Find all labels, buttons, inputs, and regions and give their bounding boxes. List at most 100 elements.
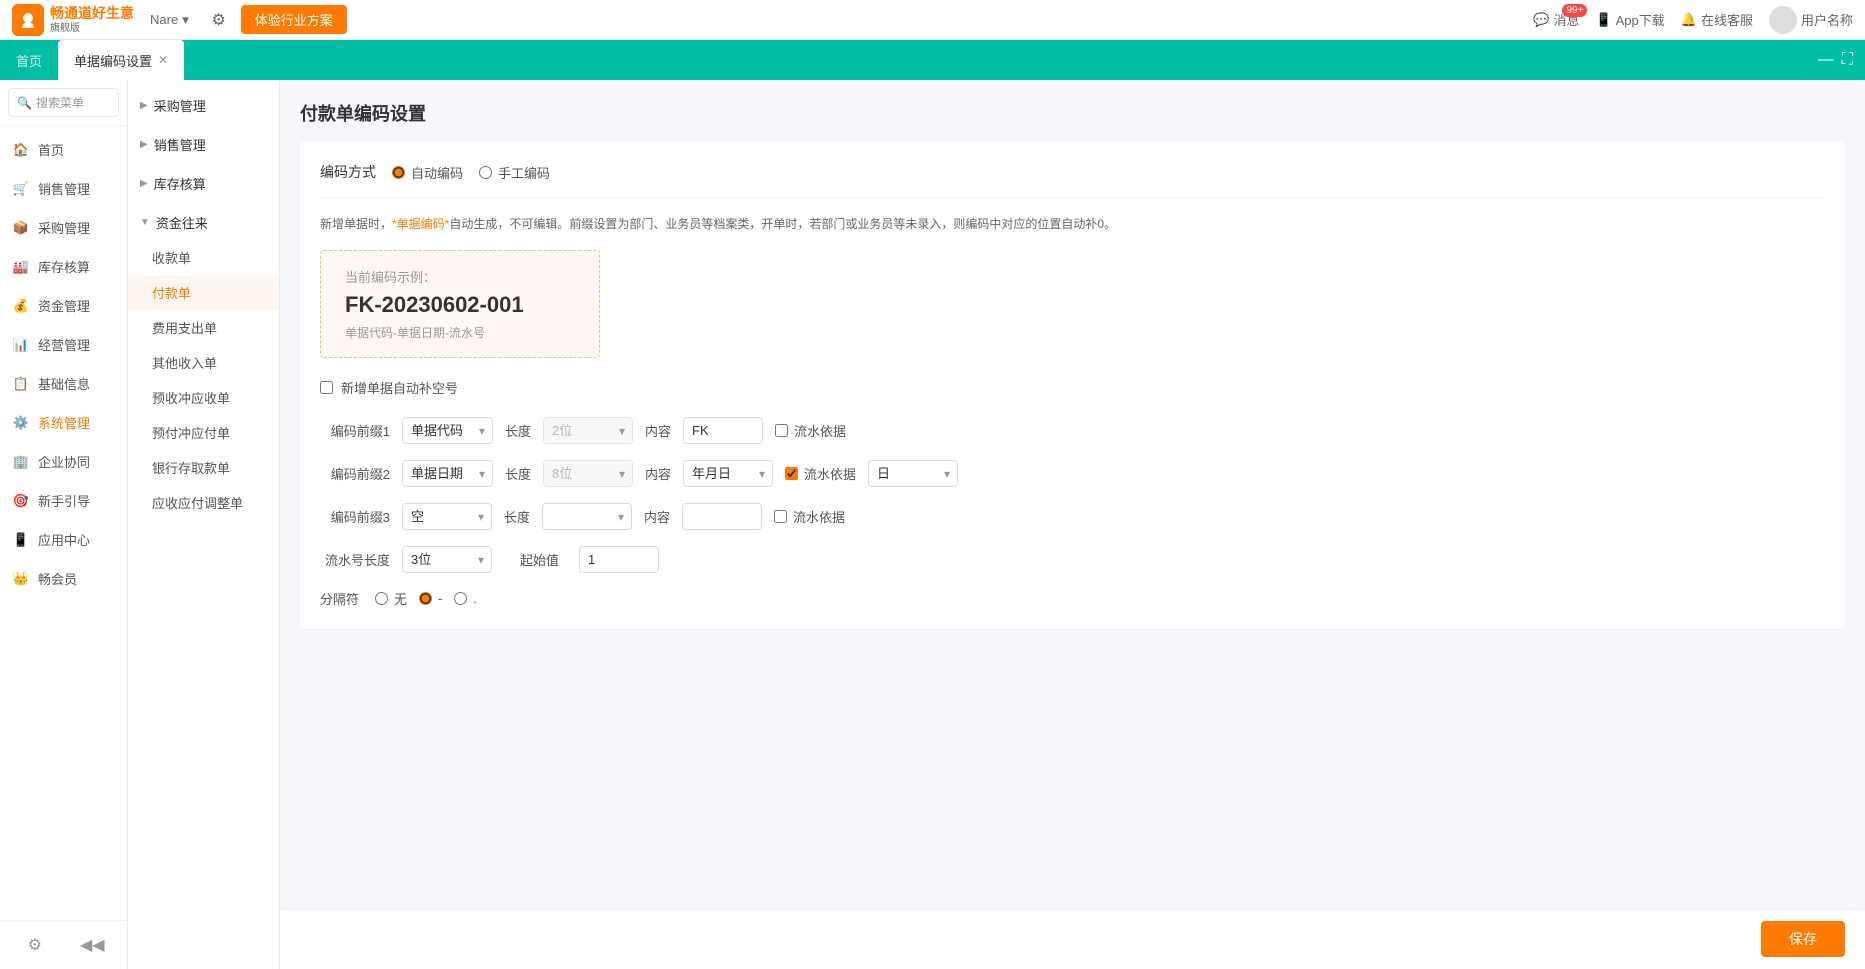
sidebar-item-member[interactable]: 👑 畅会员	[0, 559, 127, 598]
prefix2-content-wrapper: 年月日	[683, 460, 773, 487]
start-value-input[interactable]	[579, 546, 659, 573]
sub-item-other-income[interactable]: 其他收入单	[128, 345, 279, 380]
prefix3-stream-input[interactable]	[774, 510, 787, 523]
auto-encoding-option[interactable]: 自动编码	[392, 163, 463, 182]
app-download-button[interactable]: 📱 App下载	[1595, 10, 1664, 29]
prefix2-select[interactable]: 单据日期	[402, 460, 493, 487]
sidebar-item-basicinfo[interactable]: 📋 基础信息	[0, 364, 127, 403]
sidebar-item-inventory[interactable]: 🏭 库存核算	[0, 247, 127, 286]
tab-home[interactable]: 首页	[0, 40, 58, 80]
prefix2-stream-checkbox[interactable]: 流水依据	[785, 464, 856, 483]
prefix1-stream-input[interactable]	[775, 424, 788, 437]
prefix2-stream-unit-select[interactable]: 日	[868, 460, 958, 487]
search-menu-button[interactable]: 🔍 搜索菜单	[8, 88, 119, 117]
nav-dropdown[interactable]: Nare ▾	[142, 8, 197, 32]
form-row-1: 编码前缀1 单据代码 长度 2位 内容	[320, 417, 1825, 444]
save-button[interactable]: 保存	[1761, 921, 1845, 957]
sidebar-item-sales[interactable]: 🛒 销售管理	[0, 169, 127, 208]
message-icon: 💬	[1533, 12, 1549, 28]
prefix2-stream-input[interactable]	[785, 467, 798, 480]
separator-dot-radio[interactable]	[419, 592, 432, 605]
manual-encoding-radio[interactable]	[479, 166, 492, 179]
tab-expand-button[interactable]: ⛶	[1842, 51, 1853, 69]
auto-encoding-radio[interactable]	[392, 166, 405, 179]
sub-item-bank[interactable]: 银行存取款单	[128, 450, 279, 485]
message-button[interactable]: 💬 消息 99+	[1533, 10, 1579, 29]
prefix3-content-input[interactable]	[682, 503, 762, 530]
prefix1-select[interactable]: 单据代码	[402, 417, 493, 444]
user-info[interactable]: 用户名称	[1769, 6, 1853, 34]
enterprise-icon: 🏢	[12, 453, 30, 471]
sub-header-purchase[interactable]: ▶ 采购管理	[128, 88, 279, 123]
separator-period-radio[interactable]	[454, 592, 467, 605]
appcenter-icon: 📱	[12, 531, 30, 549]
prefix1-length-label: 长度	[505, 421, 531, 440]
separator-none-label: 无	[394, 589, 407, 608]
manual-encoding-option[interactable]: 手工编码	[479, 163, 550, 182]
prefix3-length-select[interactable]	[542, 503, 632, 530]
serial-length-select[interactable]: 3位	[402, 546, 492, 573]
sidebar-item-member-label: 畅会员	[38, 569, 77, 588]
prefix1-stream-checkbox[interactable]: 流水依据	[775, 421, 846, 440]
prefix1-label: 编码前缀1	[320, 421, 390, 440]
sub-item-adjustment[interactable]: 应收应付调整单	[128, 485, 279, 520]
prefix1-length-select[interactable]: 2位	[543, 417, 633, 444]
auto-fill-label: 新增单据自动补空号	[341, 378, 458, 397]
sub-item-advance-receipt[interactable]: 预收冲应收单	[128, 380, 279, 415]
app-download-label: App下载	[1616, 10, 1665, 29]
auto-fill-row: 新增单据自动补空号	[320, 378, 1825, 397]
sidebar-item-appcenter[interactable]: 📱 应用中心	[0, 520, 127, 559]
separator-period[interactable]: .	[454, 591, 477, 606]
prefix3-stream-checkbox[interactable]: 流水依据	[774, 507, 845, 526]
form-row-3: 编码前缀3 空 长度 内容	[320, 503, 1825, 530]
online-service-label: 在线客服	[1701, 10, 1753, 29]
prefix2-content-select[interactable]: 年月日	[683, 460, 773, 487]
sub-header-inventory[interactable]: ▶ 库存核算	[128, 166, 279, 201]
sub-item-expense[interactable]: 费用支出单	[128, 310, 279, 345]
sidebar-item-purchase[interactable]: 📦 采购管理	[0, 208, 127, 247]
prefix3-select[interactable]: 空	[402, 503, 492, 530]
separator-dot[interactable]: -	[419, 591, 442, 606]
manual-encoding-label: 手工编码	[498, 163, 550, 182]
settings-button[interactable]: ⚙	[8, 929, 62, 961]
sidebar-item-enterprise-label: 企业协同	[38, 452, 90, 471]
sidebar-item-enterprise[interactable]: 🏢 企业协同	[0, 442, 127, 481]
info-text: 新增单据时，*单据编码*自动生成，不可编辑。前缀设置为部门、业务员等档案类，开单…	[320, 215, 1825, 234]
separator-label: 分隔符	[320, 589, 359, 608]
tab-encoding-settings[interactable]: 单据编码设置 ✕	[58, 40, 184, 80]
start-value-label: 起始值	[520, 550, 559, 569]
gear-button[interactable]: ⚙	[205, 6, 233, 34]
sub-header-inventory-label: 库存核算	[154, 174, 206, 193]
sidebar-item-home[interactable]: 🏠 首页	[0, 130, 127, 169]
separator-period-label: .	[473, 591, 477, 606]
sub-item-payment[interactable]: 付款单	[128, 275, 279, 310]
sidebar-item-guide[interactable]: 🎯 新手引导	[0, 481, 127, 520]
sub-section-purchase: ▶ 采购管理	[128, 88, 279, 123]
sub-header-funds-label: 资金往来	[156, 213, 208, 232]
sub-item-advance-payment[interactable]: 预付冲应付单	[128, 415, 279, 450]
trial-button[interactable]: 体验行业方案	[241, 5, 347, 34]
tab-bar-right: — ⛶	[1818, 40, 1865, 80]
prefix1-length-wrapper: 2位	[543, 417, 633, 444]
auto-fill-checkbox[interactable]	[320, 381, 333, 394]
sidebar-item-appcenter-label: 应用中心	[38, 530, 90, 549]
sub-header-sales[interactable]: ▶ 销售管理	[128, 127, 279, 162]
online-service-button[interactable]: 🔔 在线客服	[1681, 10, 1753, 29]
sidebar-item-system[interactable]: ⚙️ 系统管理	[0, 403, 127, 442]
prefix2-length-select[interactable]: 8位	[543, 460, 633, 487]
logo: 畅通道好生意 旗舰版	[12, 4, 134, 36]
form-row-2: 编码前缀2 单据日期 长度 8位 内容	[320, 460, 1825, 487]
separator-none-radio[interactable]	[375, 592, 388, 605]
guide-icon: 🎯	[12, 492, 30, 510]
serial-row: 流水号长度 3位 起始值	[320, 546, 1825, 573]
sidebar-item-finance[interactable]: 💰 资金管理	[0, 286, 127, 325]
tab-close-icon[interactable]: ✕	[158, 53, 168, 67]
sub-item-receipt[interactable]: 收款单	[128, 240, 279, 275]
tab-minimize-button[interactable]: —	[1818, 51, 1834, 69]
sidebar-item-operations[interactable]: 📊 经营管理	[0, 325, 127, 364]
sub-header-funds[interactable]: ▼ 资金往来	[128, 205, 279, 240]
collapse-button[interactable]: ◀◀	[66, 929, 120, 961]
app-icon: 📱	[1595, 12, 1611, 28]
separator-none[interactable]: 无	[375, 589, 407, 608]
prefix1-content-input[interactable]	[683, 417, 763, 444]
